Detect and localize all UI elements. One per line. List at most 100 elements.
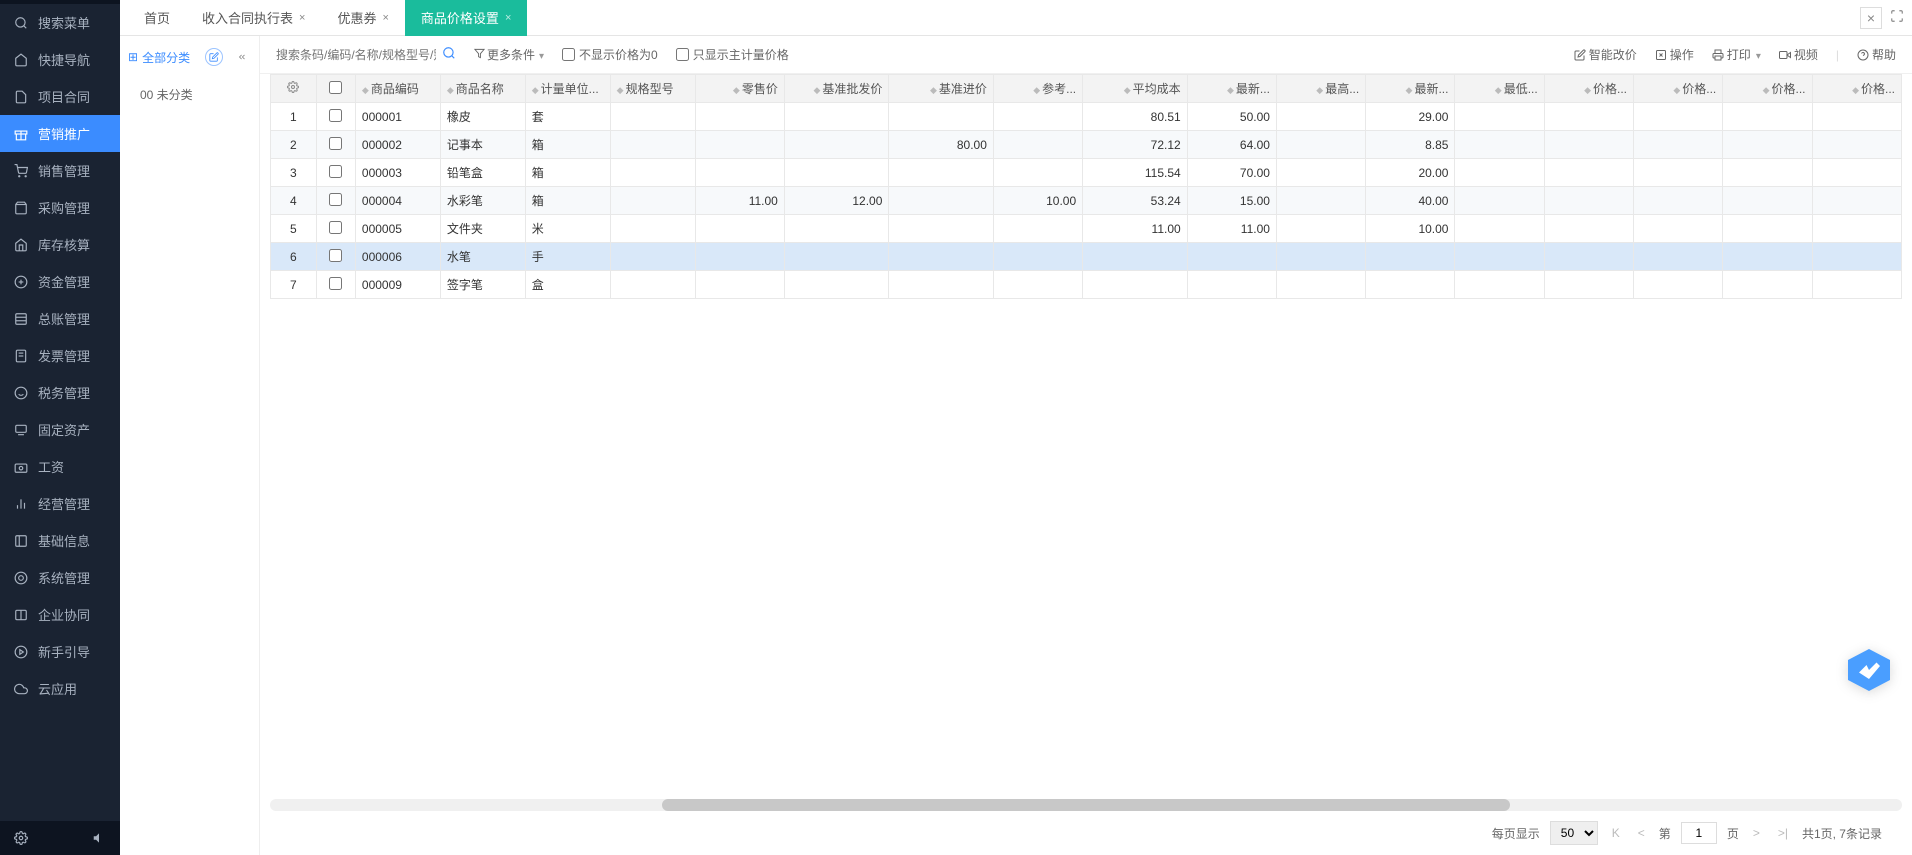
select-all-checkbox[interactable] — [329, 81, 342, 94]
operate-button[interactable]: 操作 — [1655, 46, 1694, 63]
only-main-unit-checkbox[interactable]: 只显示主计量价格 — [676, 46, 789, 63]
column-header-9[interactable]: ◆参考... — [993, 75, 1082, 103]
collapse-panel-icon[interactable] — [233, 48, 251, 66]
cell — [1723, 159, 1812, 187]
sidebar-item-12[interactable]: 工资 — [0, 448, 120, 485]
table-row[interactable]: 4000004水彩笔箱11.0012.0010.0053.2415.0040.0… — [271, 187, 1902, 215]
sidebar-item-8[interactable]: 总账管理 — [0, 300, 120, 337]
table-row[interactable]: 3000003铅笔盒箱115.5470.0020.00 — [271, 159, 1902, 187]
prev-page-button[interactable]: < — [1634, 826, 1649, 840]
cell — [1723, 215, 1812, 243]
column-header-16[interactable]: ◆价格... — [1634, 75, 1723, 103]
sidebar-item-9[interactable]: 发票管理 — [0, 337, 120, 374]
next-page-button[interactable]: > — [1749, 826, 1764, 840]
table-row[interactable]: 7000009签字笔盒 — [271, 271, 1902, 299]
sidebar-item-6[interactable]: 库存核算 — [0, 226, 120, 263]
category-item[interactable]: 00 未分类 — [128, 82, 251, 107]
assistant-widget[interactable] — [1844, 645, 1894, 695]
column-header-18[interactable]: ◆价格... — [1812, 75, 1901, 103]
page-input[interactable] — [1681, 822, 1717, 844]
search-input[interactable] — [276, 48, 436, 62]
cell — [1366, 243, 1455, 271]
settings-icon[interactable] — [14, 831, 28, 845]
table-row[interactable]: 2000002记事本箱80.0072.1264.008.85 — [271, 131, 1902, 159]
tab-0[interactable]: 首页 — [128, 0, 186, 36]
tab-1[interactable]: 收入合同执行表× — [186, 0, 321, 36]
per-page-select[interactable]: 50 — [1550, 821, 1598, 845]
sidebar-item-18[interactable]: 云应用 — [0, 670, 120, 707]
gear-icon[interactable] — [287, 82, 299, 96]
column-header-7[interactable]: ◆基准批发价 — [784, 75, 889, 103]
video-button[interactable]: 视频 — [1779, 46, 1818, 63]
row-checkbox[interactable] — [329, 165, 342, 178]
cell — [993, 271, 1082, 299]
all-categories-button[interactable]: ⊞ 全部分类 — [128, 49, 190, 66]
close-all-tabs-button[interactable]: × — [1860, 7, 1882, 29]
guide-icon — [14, 645, 28, 659]
more-conditions-button[interactable]: 更多条件 — [474, 46, 544, 63]
tab-close-icon[interactable]: × — [382, 12, 388, 24]
sidebar-item-15[interactable]: 系统管理 — [0, 559, 120, 596]
money-icon — [14, 275, 28, 289]
horizontal-scrollbar[interactable] — [270, 799, 1902, 811]
sidebar-item-4[interactable]: 销售管理 — [0, 152, 120, 189]
column-header-3[interactable]: ◆商品名称 — [440, 75, 525, 103]
column-header-14[interactable]: ◆最低... — [1455, 75, 1544, 103]
tab-2[interactable]: 优惠券× — [321, 0, 404, 36]
sidebar-item-5[interactable]: 采购管理 — [0, 189, 120, 226]
column-header-4[interactable]: ◆计量单位... — [525, 75, 610, 103]
cell — [1812, 187, 1901, 215]
table-row[interactable]: 1000001橡皮套80.5150.0029.00 — [271, 103, 1902, 131]
table-row[interactable]: 6000006水笔手 — [271, 243, 1902, 271]
column-header-2[interactable]: ◆商品编码 — [355, 75, 440, 103]
sidebar-item-14[interactable]: 基础信息 — [0, 522, 120, 559]
row-checkbox[interactable] — [329, 193, 342, 206]
column-header-12[interactable]: ◆最高... — [1276, 75, 1365, 103]
hide-zero-checkbox[interactable]: 不显示价格为0 — [562, 46, 658, 63]
column-header-13[interactable]: ◆最新... — [1366, 75, 1455, 103]
column-header-1[interactable] — [316, 75, 355, 103]
fullscreen-icon[interactable] — [1890, 9, 1904, 26]
print-button[interactable]: 打印 — [1712, 46, 1761, 63]
row-checkbox[interactable] — [329, 109, 342, 122]
last-page-button[interactable]: >| — [1774, 826, 1792, 840]
column-header-17[interactable]: ◆价格... — [1723, 75, 1812, 103]
first-page-button[interactable]: K — [1608, 826, 1624, 840]
tab-close-icon[interactable]: × — [505, 12, 511, 24]
sidebar-item-1[interactable]: 快捷导航 — [0, 41, 120, 78]
column-header-11[interactable]: ◆最新... — [1187, 75, 1276, 103]
sidebar-item-2[interactable]: 项目合同 — [0, 78, 120, 115]
sidebar-item-16[interactable]: 企业协同 — [0, 596, 120, 633]
sound-icon[interactable] — [92, 831, 106, 845]
tab-3[interactable]: 商品价格设置× — [405, 0, 527, 36]
sidebar-item-10[interactable]: 税务管理 — [0, 374, 120, 411]
sort-icon: ◆ — [1673, 85, 1680, 95]
row-checkbox[interactable] — [329, 221, 342, 234]
cell — [889, 159, 994, 187]
column-header-8[interactable]: ◆基准进价 — [889, 75, 994, 103]
cell: 70.00 — [1187, 159, 1276, 187]
cell — [1723, 187, 1812, 215]
row-checkbox[interactable] — [329, 249, 342, 262]
column-header-10[interactable]: ◆平均成本 — [1083, 75, 1188, 103]
sidebar-item-0[interactable]: 搜索菜单 — [0, 4, 120, 41]
sidebar-item-11[interactable]: 固定资产 — [0, 411, 120, 448]
table-row[interactable]: 5000005文件夹米11.0011.0010.00 — [271, 215, 1902, 243]
sidebar-item-13[interactable]: 经营管理 — [0, 485, 120, 522]
smart-price-button[interactable]: 智能改价 — [1574, 46, 1637, 63]
sidebar-item-17[interactable]: 新手引导 — [0, 633, 120, 670]
column-header-5[interactable]: ◆规格型号 — [610, 75, 695, 103]
column-header-15[interactable]: ◆价格... — [1544, 75, 1633, 103]
column-header-0[interactable] — [271, 75, 317, 103]
row-checkbox[interactable] — [329, 277, 342, 290]
search-icon[interactable] — [442, 46, 456, 63]
cell — [1455, 131, 1544, 159]
column-header-6[interactable]: ◆零售价 — [695, 75, 784, 103]
tab-close-icon[interactable]: × — [299, 12, 305, 24]
sidebar-item-7[interactable]: 资金管理 — [0, 263, 120, 300]
help-button[interactable]: 帮助 — [1857, 46, 1896, 63]
cell: 橡皮 — [440, 103, 525, 131]
sidebar-item-3[interactable]: 营销推广 — [0, 115, 120, 152]
edit-category-icon[interactable] — [205, 48, 223, 66]
row-checkbox[interactable] — [329, 137, 342, 150]
